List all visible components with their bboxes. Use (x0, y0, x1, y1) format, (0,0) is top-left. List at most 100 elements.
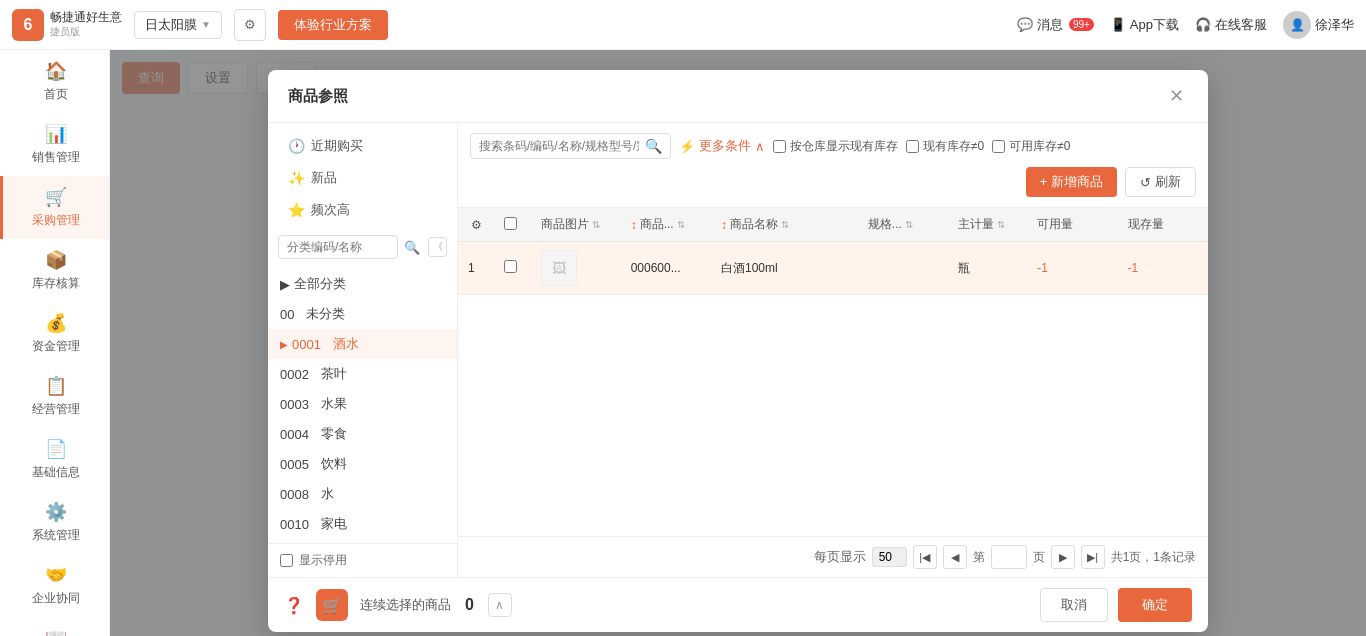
product-image-placeholder: 🖼 (541, 250, 577, 286)
spec-sort-icon: ⇅ (905, 219, 913, 230)
category-item-drink[interactable]: 0005 饮料 (268, 449, 457, 479)
warehouse-filter-checkbox-label[interactable]: 按仓库显示现有库存 (773, 138, 898, 155)
help-icon[interactable]: ❓ (284, 596, 304, 615)
pagination: 每页显示 20 50 100 |◀ ◀ 第 1 页 ▶ (458, 536, 1208, 577)
sidebar-item-label: 经营管理 (32, 401, 80, 418)
name-sort-icon: ↕ (721, 218, 727, 232)
expand-button[interactable]: ∧ (488, 593, 512, 617)
page-number-input[interactable]: 1 (991, 545, 1027, 569)
category-list: ▶ 全部分类 00 未分类 ▶ 0001 酒水 0002 茶 (268, 265, 457, 543)
product-search-box: 🔍 (470, 133, 671, 159)
category-item-liquor[interactable]: ▶ 0001 酒水 (268, 329, 457, 359)
system-icon: ⚙️ (45, 501, 67, 523)
tab-new-products[interactable]: ✨ 新品 (278, 163, 447, 193)
td-checkbox (494, 242, 531, 295)
warehouse-filter-checkbox[interactable] (773, 140, 786, 153)
store-select[interactable]: 日太阳膜 ▼ (134, 11, 222, 39)
code-sort-icon: ⇅ (677, 219, 685, 230)
more-filter-button[interactable]: ⚡ 更多条件 ∧ (679, 137, 765, 155)
avail-not0-checkbox[interactable] (906, 140, 919, 153)
sidebar-item-home[interactable]: 🏠 首页 (0, 50, 109, 113)
cart-button[interactable]: 🛒 (316, 589, 348, 621)
table-header-row: ⚙ 商品图片 ⇅ (458, 208, 1208, 242)
category-item-uncategorized[interactable]: 00 未分类 (268, 299, 457, 329)
sidebar-item-operations[interactable]: 📋 经营管理 (0, 365, 109, 428)
confirm-button[interactable]: 确定 (1118, 588, 1192, 622)
category-search-input[interactable] (278, 235, 398, 259)
td-spec (858, 242, 948, 295)
row-checkbox[interactable] (504, 260, 517, 273)
sidebar-item-sales[interactable]: 📊 销售管理 (0, 113, 109, 176)
per-page-select[interactable]: 20 50 100 (872, 547, 907, 567)
display-disabled-checkbox[interactable] (280, 554, 293, 567)
new-icon: ✨ (288, 170, 305, 186)
basic-info-icon: 📄 (45, 438, 67, 460)
modal-close-button[interactable]: ✕ (1164, 84, 1188, 108)
category-item-tea[interactable]: 0002 茶叶 (268, 359, 457, 389)
prev-page-button[interactable]: ◀ (943, 545, 967, 569)
user-profile[interactable]: 👤 徐泽华 (1283, 11, 1354, 39)
gear-button[interactable]: ⚙ (234, 9, 266, 41)
td-available: -1 (1027, 242, 1117, 295)
usable-not0-checkbox-label[interactable]: 可用库存≠0 (992, 138, 1070, 155)
sidebar-item-system[interactable]: ⚙️ 系统管理 (0, 491, 109, 554)
td-row-num: 1 (458, 242, 494, 295)
messages-nav-item[interactable]: 💬 消息 99+ (1017, 16, 1094, 34)
sidebar-item-purchase[interactable]: 🛒 采购管理 (0, 176, 109, 239)
product-search-input[interactable] (479, 139, 639, 153)
category-item-all[interactable]: ▶ 全部分类 (268, 269, 457, 299)
app-download-nav-item[interactable]: 📱 App下载 (1110, 16, 1179, 34)
logo-text-group: 畅捷通好生意 捷员版 (50, 10, 122, 40)
tab-recent-purchase[interactable]: 🕐 近期购买 (278, 131, 447, 161)
sidebar-item-enterprise[interactable]: 🤝 企业协同 (0, 554, 109, 617)
trial-button[interactable]: 体验行业方案 (278, 10, 388, 40)
category-item-fruit[interactable]: 0003 水果 (268, 389, 457, 419)
next-page-button[interactable]: ▶ (1051, 545, 1075, 569)
category-item-appliance[interactable]: 0010 家电 (268, 509, 457, 539)
cat-expand-icon: ▶ (280, 277, 290, 292)
filter-arrow-icon: ∧ (755, 139, 765, 154)
sidebar-item-label: 库存核算 (32, 275, 80, 292)
page-label: 第 (973, 549, 985, 566)
operations-icon: 📋 (45, 375, 67, 397)
td-stock: -1 (1118, 242, 1208, 295)
sidebar-item-inventory[interactable]: 📦 库存核算 (0, 239, 109, 302)
cancel-button[interactable]: 取消 (1040, 588, 1108, 622)
avail-not0-checkbox-label[interactable]: 现有库存≠0 (906, 138, 984, 155)
sidebar-item-label: 资金管理 (32, 338, 80, 355)
first-page-button[interactable]: |◀ (913, 545, 937, 569)
guide-icon: 📖 (45, 627, 67, 636)
tab-high-frequency[interactable]: ⭐ 频次高 (278, 195, 447, 225)
product-search-icon[interactable]: 🔍 (645, 138, 662, 154)
image-icon: 🖼 (552, 260, 566, 276)
category-search-icon[interactable]: 🔍 (404, 240, 420, 255)
usable-not0-checkbox[interactable] (992, 140, 1005, 153)
add-product-button[interactable]: + 新增商品 (1026, 167, 1117, 197)
category-item-water[interactable]: 0008 水 (268, 479, 457, 509)
sort-arrow-icon: ↕ (631, 218, 637, 232)
sidebar-item-finance[interactable]: 💰 资金管理 (0, 302, 109, 365)
modal-header: 商品参照 ✕ (268, 70, 1208, 123)
logo-area: 6 畅捷通好生意 捷员版 (12, 9, 122, 41)
select-all-checkbox[interactable] (504, 217, 517, 230)
modal-overlay: 商品参照 ✕ 🕐 近期购买 ✨ 新 (110, 50, 1366, 636)
purchase-icon: 🛒 (45, 186, 67, 208)
td-product-name: 白酒100ml (711, 242, 858, 295)
dropdown-arrow-icon: ▼ (201, 19, 211, 30)
collapse-panel-button[interactable]: 《 (428, 237, 447, 257)
left-tabs: 🕐 近期购买 ✨ 新品 ⭐ 频次高 (268, 123, 457, 233)
per-page-label: 每页显示 (814, 548, 866, 566)
online-service-nav-item[interactable]: 🎧 在线客服 (1195, 16, 1267, 34)
table-row[interactable]: 1 🖼 (458, 242, 1208, 295)
headset-icon: 🎧 (1195, 17, 1211, 32)
refresh-button[interactable]: ↺ 刷新 (1125, 167, 1196, 197)
sidebar-item-guide[interactable]: 📖 新手引导 (0, 617, 109, 636)
modal-right-panel: 🔍 ⚡ 更多条件 ∧ 按仓库显示现有库存 (458, 123, 1208, 577)
sidebar-item-label: 销售管理 (32, 149, 80, 166)
sidebar-item-basic-info[interactable]: 📄 基础信息 (0, 428, 109, 491)
category-search-area: 🔍 (278, 235, 420, 259)
category-item-snack[interactable]: 0004 零食 (268, 419, 457, 449)
mobile-icon: 📱 (1110, 17, 1126, 32)
logo-text: 畅捷通好生意 (50, 10, 122, 26)
last-page-button[interactable]: ▶| (1081, 545, 1105, 569)
